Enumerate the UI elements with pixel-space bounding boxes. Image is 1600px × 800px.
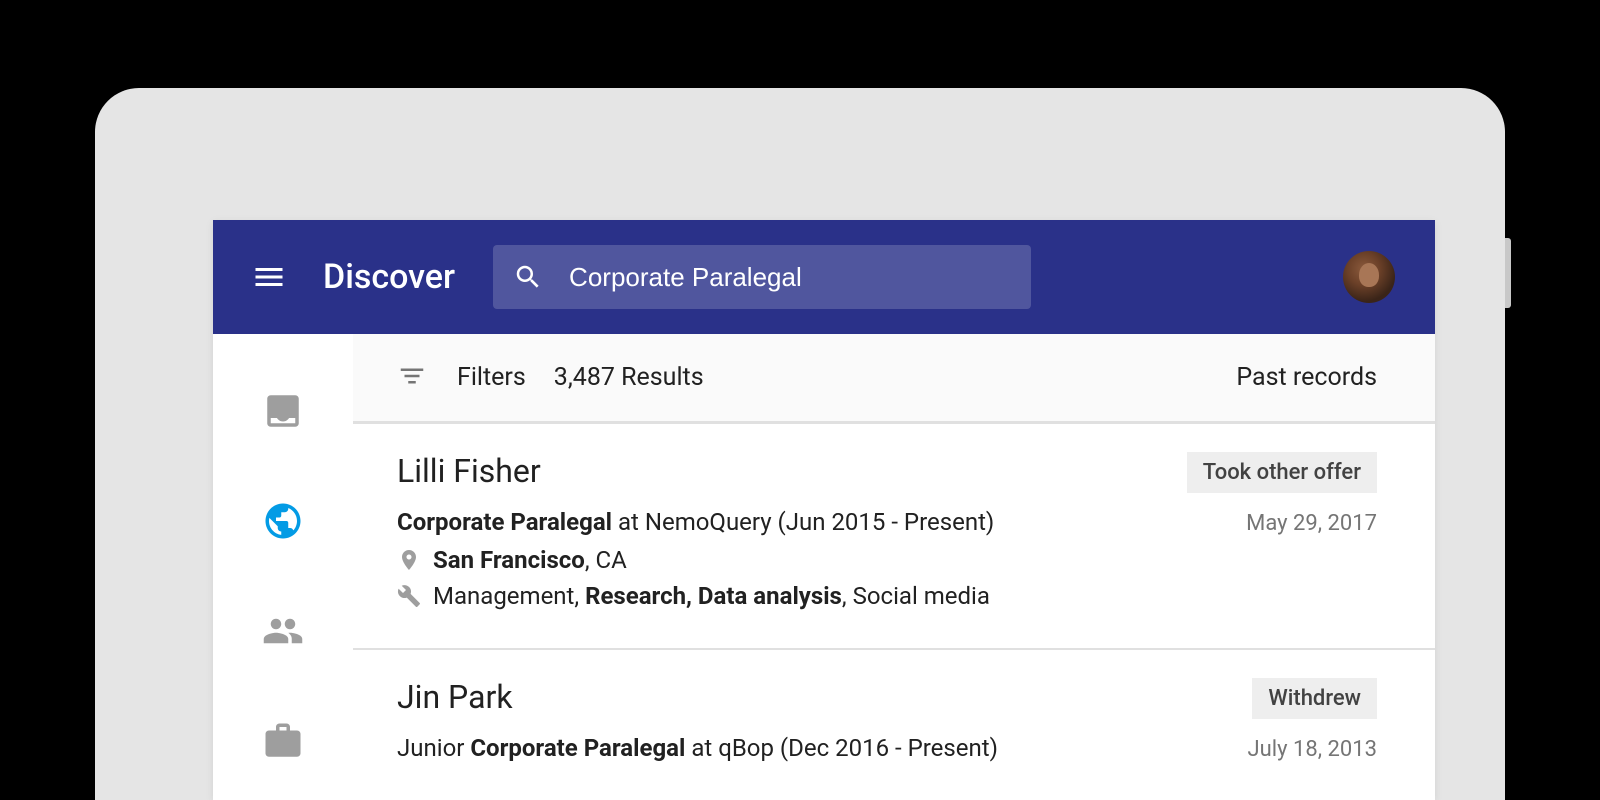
tablet-frame: Discover <box>95 88 1505 800</box>
results-count: 3,487 Results <box>554 363 704 392</box>
sidebar-item-people[interactable] <box>213 576 353 686</box>
inbox-icon <box>262 390 304 432</box>
sidebar-item-discover[interactable] <box>213 466 353 576</box>
past-records-toggle[interactable]: Past records <box>1236 363 1377 392</box>
filters-button[interactable]: Filters <box>457 363 526 392</box>
location-line: San Francisco, CA <box>397 546 1137 574</box>
search-icon <box>513 262 543 292</box>
result-card[interactable]: Lilli Fisher Corporate Paralegal at Nemo… <box>353 422 1435 648</box>
role-line: Corporate Paralegal at NemoQuery (Jun 20… <box>397 508 1137 536</box>
tablet-hardware-button <box>1505 238 1511 308</box>
appbar: Discover <box>213 220 1435 334</box>
record-date: July 18, 2013 <box>1177 737 1377 762</box>
people-icon <box>262 610 304 652</box>
filter-icon <box>397 361 427 395</box>
content-area: Filters 3,487 Results Past records Lilli… <box>353 334 1435 800</box>
app-window: Discover <box>213 220 1435 800</box>
result-card[interactable]: Jin Park Junior Corporate Paralegal at q… <box>353 648 1435 800</box>
briefcase-icon <box>262 720 304 762</box>
sidebar-item-jobs[interactable] <box>213 686 353 796</box>
role-line: Junior Corporate Paralegal at qBop (Dec … <box>397 734 1137 762</box>
status-badge: Withdrew <box>1252 678 1377 719</box>
skills-line: Management, Research, Data analysis, Soc… <box>397 582 1137 610</box>
results-list: Lilli Fisher Corporate Paralegal at Nemo… <box>353 422 1435 800</box>
sidebar <box>213 334 353 800</box>
person-name: Lilli Fisher <box>397 452 1137 490</box>
globe-icon <box>262 500 304 542</box>
sidebar-item-inbox[interactable] <box>213 356 353 466</box>
record-date: May 29, 2017 <box>1177 511 1377 536</box>
menu-button[interactable] <box>249 257 289 297</box>
location-icon <box>397 548 421 572</box>
status-badge: Took other offer <box>1187 452 1377 493</box>
search-box[interactable] <box>493 245 1031 309</box>
avatar[interactable] <box>1343 251 1395 303</box>
search-input[interactable] <box>569 262 1011 293</box>
hamburger-icon <box>251 259 287 295</box>
filter-bar: Filters 3,487 Results Past records <box>353 334 1435 422</box>
person-name: Jin Park <box>397 678 1137 716</box>
app-title: Discover <box>323 257 455 297</box>
wrench-icon <box>397 584 421 608</box>
